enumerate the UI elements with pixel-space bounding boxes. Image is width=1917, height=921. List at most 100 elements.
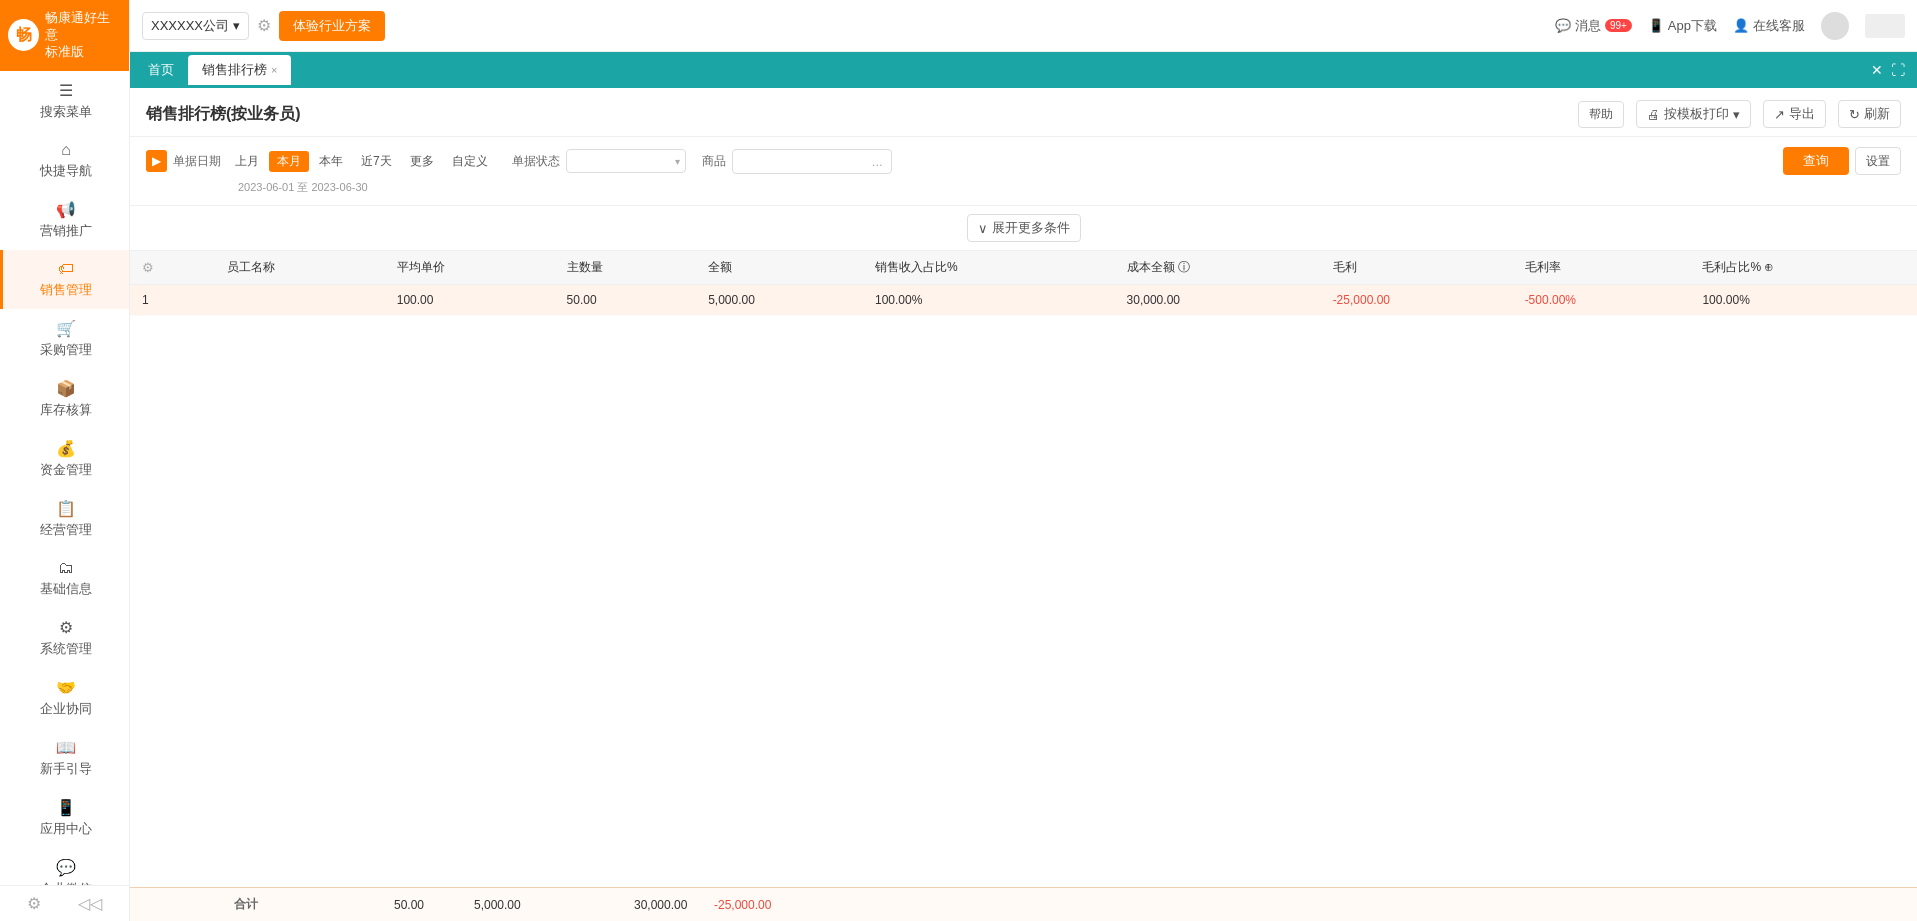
sidebar-item-management[interactable]: 📋 经营管理 xyxy=(0,489,129,549)
query-button[interactable]: 查询 xyxy=(1783,147,1849,175)
date-tab-more[interactable]: 更多 xyxy=(402,151,442,172)
settings-icon[interactable]: ⚙ xyxy=(257,16,271,35)
table-row: 1 100.00 50.00 5,000.00 100.00% 30,000.0… xyxy=(130,285,1917,316)
goods-input-wrap[interactable]: ... xyxy=(732,149,892,174)
content-header: 销售排行榜(按业务员) 帮助 🖨 按模板打印 ▾ ↗ 导出 ↻ 刷新 xyxy=(130,88,1917,137)
date-tab-7days[interactable]: 近7天 xyxy=(353,151,400,172)
sidebar-item-label: 营销推广 xyxy=(40,222,92,240)
goods-more-icon: ... xyxy=(872,154,883,169)
cell-main-qty: 50.00 xyxy=(555,285,697,316)
cell-cost-amount: 30,000.00 xyxy=(1115,285,1321,316)
expand-conditions-button[interactable]: ∨ 展开更多条件 xyxy=(967,214,1081,242)
col-avg-price: 平均单价 xyxy=(385,251,555,285)
data-table: ⚙ 员工名称 平均单价 主数量 全额 销售收入占比% 成本全额 ⓘ 毛利 毛利率… xyxy=(130,251,1917,316)
tab-close-icon[interactable]: × xyxy=(271,64,277,76)
sidebar-item-marketing[interactable]: 📢 营销推广 xyxy=(0,190,129,250)
sidebar-bottom: ⚙ ◁◁ xyxy=(0,885,129,921)
logo-text: 畅康通好生意 标准版 xyxy=(45,10,121,61)
message-icon: 💬 xyxy=(1555,18,1571,33)
collapse-icon[interactable]: ◁◁ xyxy=(78,894,102,913)
status-select[interactable] xyxy=(566,149,686,173)
industry-button[interactable]: 体验行业方案 xyxy=(279,11,385,41)
date-range-text: 2023-06-01 至 2023-06-30 xyxy=(238,181,368,193)
date-range-display: 2023-06-01 至 2023-06-30 xyxy=(234,179,1901,195)
tab-home[interactable]: 首页 xyxy=(134,55,188,85)
company-name: XXXXXX公司 xyxy=(151,17,229,35)
date-tab-this-month[interactable]: 本月 xyxy=(269,151,309,172)
management-icon: 📋 xyxy=(56,499,76,518)
sidebar-item-guide[interactable]: 📖 新手引导 xyxy=(0,728,129,788)
print-dropdown-icon: ▾ xyxy=(1733,107,1740,122)
sidebar-nav: ☰ 搜索菜单 ⌂ 快捷导航 📢 营销推广 🏷 销售管理 🛒 采购管理 📦 库存核… xyxy=(0,71,129,885)
col-cost-amount: 成本全额 ⓘ xyxy=(1115,251,1321,285)
settings-bottom-icon[interactable]: ⚙ xyxy=(27,894,41,913)
filter-expand-arrow[interactable]: ▶ xyxy=(146,150,167,172)
tab-bar-expand-icon[interactable]: ⛶ xyxy=(1891,62,1905,78)
purchase-icon: 🛒 xyxy=(56,319,76,338)
col-profit-rate: 毛利率 xyxy=(1513,251,1691,285)
filter-group-goods: 商品 ... xyxy=(702,149,892,174)
sidebar-item-label: 新手引导 xyxy=(40,760,92,778)
refresh-icon: ↻ xyxy=(1849,107,1860,122)
sidebar-item-basic[interactable]: 🗂 基础信息 xyxy=(0,549,129,608)
tab-sales-ranking[interactable]: 销售排行榜 × xyxy=(188,55,291,85)
help-button[interactable]: 帮助 xyxy=(1578,101,1624,128)
sidebar-item-sales[interactable]: 🏷 销售管理 xyxy=(0,250,129,309)
goods-filter-label: 商品 xyxy=(702,153,726,170)
col-gear-icon[interactable]: ⚙ xyxy=(142,260,154,275)
sidebar-item-system[interactable]: ⚙ 系统管理 xyxy=(0,608,129,668)
table-wrap: ⚙ 员工名称 平均单价 主数量 全额 销售收入占比% 成本全额 ⓘ 毛利 毛利率… xyxy=(130,251,1917,887)
sidebar-item-label: 销售管理 xyxy=(40,281,92,299)
sidebar-item-shortcut[interactable]: ⌂ 快捷导航 xyxy=(0,131,129,190)
phone-icon: 📱 xyxy=(1648,18,1664,33)
sales-icon: 🏷 xyxy=(58,260,74,278)
tab-bar-close-icon[interactable]: ✕ xyxy=(1871,62,1883,78)
sidebar-item-purchase[interactable]: 🛒 采购管理 xyxy=(0,309,129,369)
cell-rank: 1 xyxy=(130,285,215,316)
avatar[interactable] xyxy=(1821,12,1849,40)
sidebar-item-inventory[interactable]: 📦 库存核算 xyxy=(0,369,129,429)
cell-profit: -25,000.00 xyxy=(1321,285,1513,316)
sidebar-item-apps[interactable]: 📱 应用中心 xyxy=(0,788,129,848)
sidebar-item-label: 搜索菜单 xyxy=(40,103,92,121)
expand-down-icon: ∨ xyxy=(978,221,988,236)
sidebar-item-label: 基础信息 xyxy=(40,580,92,598)
sidebar-item-label: 采购管理 xyxy=(40,341,92,359)
sidebar-logo: 畅 畅康通好生意 标准版 xyxy=(0,0,129,71)
logo-icon: 畅 xyxy=(8,19,39,51)
top-header: XXXXXX公司 ▾ ⚙ 体验行业方案 💬 消息 99+ 📱 App下载 👤 在… xyxy=(130,0,1917,52)
company-selector[interactable]: XXXXXX公司 ▾ xyxy=(142,12,249,40)
col-main-qty: 主数量 xyxy=(555,251,697,285)
date-tab-custom[interactable]: 自定义 xyxy=(444,151,496,172)
sidebar-item-label: 企业协同 xyxy=(40,700,92,718)
refresh-button[interactable]: ↻ 刷新 xyxy=(1838,100,1901,128)
date-tab-this-year[interactable]: 本年 xyxy=(311,151,351,172)
settings-button[interactable]: 设置 xyxy=(1855,147,1901,175)
system-icon: ⚙ xyxy=(59,618,73,637)
sidebar-item-search[interactable]: ☰ 搜索菜单 xyxy=(0,71,129,131)
sidebar-item-label: 系统管理 xyxy=(40,640,92,658)
sidebar-item-label: 快捷导航 xyxy=(40,162,92,180)
footer-profit: -25,000.00 xyxy=(702,898,783,912)
print-button[interactable]: 🖨 按模板打印 ▾ xyxy=(1636,100,1751,128)
filter-row-1: ▶ 单据日期 上月 本月 本年 近7天 更多 自定义 单据状态 xyxy=(146,147,1901,175)
tab-active-label: 销售排行榜 xyxy=(202,61,267,79)
status-select-wrap xyxy=(566,149,686,173)
sidebar-item-wechat[interactable]: 💬 企业微信 xyxy=(0,848,129,885)
message-item[interactable]: 💬 消息 99+ xyxy=(1555,17,1632,35)
sidebar-item-enterprise[interactable]: 🤝 企业协同 xyxy=(0,668,129,728)
app-download-item[interactable]: 📱 App下载 xyxy=(1648,17,1717,35)
table-header-row: ⚙ 员工名称 平均单价 主数量 全额 销售收入占比% 成本全额 ⓘ 毛利 毛利率… xyxy=(130,251,1917,285)
col-profit-pct: 毛利占比% ⊕ xyxy=(1690,251,1917,285)
col-profit: 毛利 xyxy=(1321,251,1513,285)
dropdown-icon: ▾ xyxy=(233,18,240,33)
content-actions: 帮助 🖨 按模板打印 ▾ ↗ 导出 ↻ 刷新 xyxy=(1578,100,1901,128)
date-tab-last-month[interactable]: 上月 xyxy=(227,151,267,172)
online-service-item[interactable]: 👤 在线客服 xyxy=(1733,17,1805,35)
sidebar-item-finance[interactable]: 💰 资金管理 xyxy=(0,429,129,489)
footer-cost-amount: 30,000.00 xyxy=(622,898,702,912)
cell-sales-pct: 100.00% xyxy=(863,285,1115,316)
export-button[interactable]: ↗ 导出 xyxy=(1763,100,1826,128)
date-filter-label: 单据日期 xyxy=(173,153,221,170)
wechat-icon: 💬 xyxy=(56,858,76,877)
